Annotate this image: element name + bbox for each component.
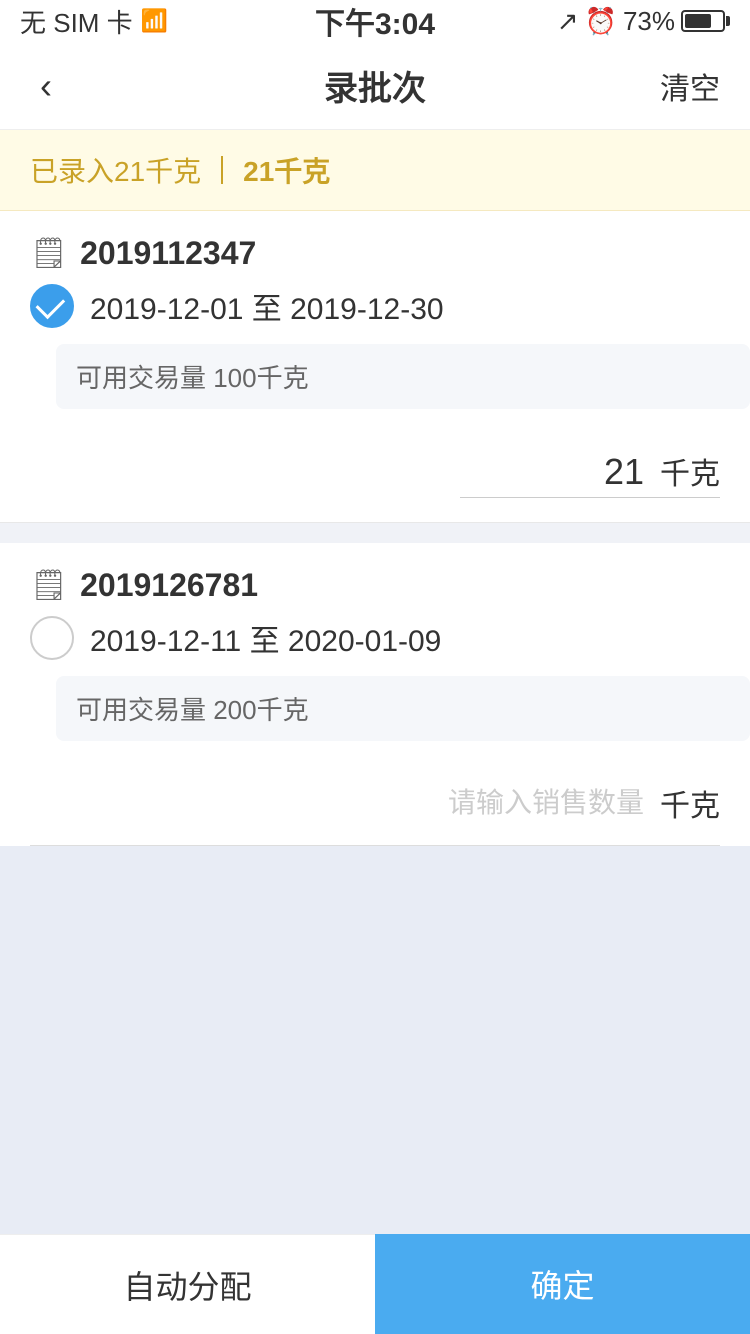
batch-2-input-section: 千克	[0, 761, 750, 846]
bottom-bar: 自动分配 确定	[0, 1234, 750, 1334]
batch-2-id: 2019126781	[80, 567, 258, 604]
status-right: ↗ ⏰ 73%	[557, 6, 730, 37]
batch-1-availability-wrapper: 可用交易量 100千克	[0, 344, 750, 429]
confirm-button[interactable]: 确定	[375, 1234, 750, 1334]
batch-2-quantity-input[interactable]	[344, 787, 644, 819]
batch-1-radio[interactable]	[30, 284, 74, 328]
batch-1-date-row: 2019-12-01 至 2019-12-30	[30, 284, 720, 328]
alarm-icon: ⏰	[585, 6, 617, 37]
summary-value: 21千克	[243, 150, 330, 190]
batch-2-availability: 可用交易量 200千克	[56, 676, 750, 741]
batch-2-availability-wrapper: 可用交易量 200千克	[0, 676, 750, 761]
batch-2-date-row: 2019-12-11 至 2020-01-09	[30, 616, 720, 660]
batch-1-id: 2019112347	[80, 235, 256, 272]
batch-2-header: 🗒 2019126781	[30, 567, 720, 604]
status-left: 无 SIM 卡 📶	[20, 3, 168, 40]
batch-1-quantity-unit: 千克	[660, 449, 720, 493]
status-time: 下午3:04	[315, 0, 435, 43]
location-icon: ↗	[557, 6, 579, 37]
nav-bar: ‹ 录批次 清空	[0, 42, 750, 130]
wifi-icon: 📶	[141, 8, 168, 34]
empty-area	[0, 846, 750, 1234]
confirm-label: 确定	[530, 1261, 594, 1307]
batch-1-header: 🗒 2019112347	[30, 235, 720, 272]
summary-bar: 已录入21千克 21千克	[0, 130, 750, 211]
auto-distribute-button[interactable]: 自动分配	[0, 1234, 375, 1334]
battery-percent: 73%	[623, 6, 675, 37]
batch-item-1: 🗒 2019112347 2019-12-01 至 2019-12-30	[0, 211, 750, 344]
back-button[interactable]: ‹	[30, 55, 62, 117]
batch-2-input-line: 千克	[30, 761, 720, 846]
summary-recorded-label: 已录入21千克	[30, 150, 201, 190]
sim-label: 无 SIM 卡	[20, 3, 133, 40]
battery-indicator	[681, 10, 730, 32]
batch-1-quantity-value: 21	[604, 451, 644, 493]
batch-2-date: 2019-12-11 至 2020-01-09	[90, 616, 441, 660]
batch-1-date: 2019-12-01 至 2019-12-30	[90, 284, 444, 328]
status-bar: 无 SIM 卡 📶 下午3:04 ↗ ⏰ 73%	[0, 0, 750, 42]
page-container: 无 SIM 卡 📶 下午3:04 ↗ ⏰ 73% ‹ 录批次 清空 已录入21千…	[0, 0, 750, 1334]
batch-2-radio[interactable]	[30, 616, 74, 660]
auto-distribute-label: 自动分配	[123, 1262, 251, 1308]
batch-1-icon: 🗒	[30, 236, 68, 271]
page-title: 录批次	[324, 61, 426, 110]
batch-1-quantity-row: 21 千克	[0, 429, 750, 523]
batch-2-unit: 千克	[660, 781, 720, 825]
batch-2-icon: 🗒	[30, 568, 68, 603]
summary-divider	[221, 156, 223, 184]
clear-button[interactable]: 清空	[660, 64, 720, 108]
batch-item-2: 🗒 2019126781 2019-12-11 至 2020-01-09	[0, 543, 750, 676]
content-area: 🗒 2019112347 2019-12-01 至 2019-12-30 可用交…	[0, 211, 750, 1334]
batch-1-availability: 可用交易量 100千克	[56, 344, 750, 409]
separator-1	[0, 523, 750, 543]
